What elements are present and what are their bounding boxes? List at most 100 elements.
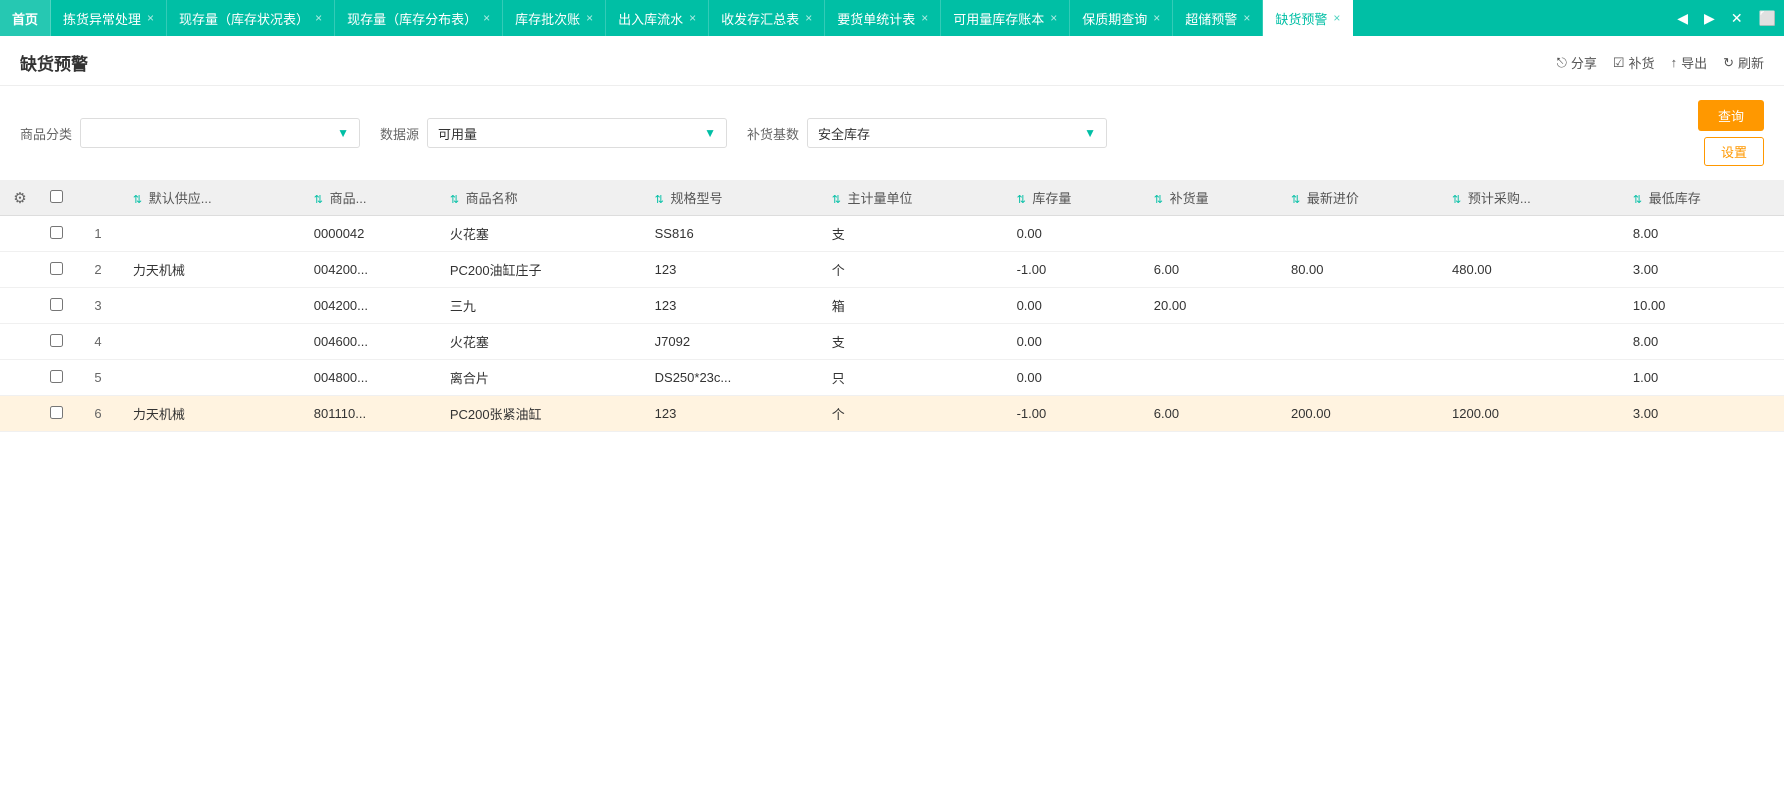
replenish-icon: ☑ bbox=[1613, 55, 1625, 71]
row-latest-price: 80.00 bbox=[1281, 252, 1442, 288]
tab-9[interactable]: 保质期查询 × bbox=[1070, 0, 1173, 36]
main-content: 缺货预警 ⎋ 分享 ☑ 补货 ↑ 导出 ↻ 刷新 商品分类 bbox=[0, 36, 1784, 796]
close-icon[interactable]: × bbox=[689, 11, 696, 25]
close-icon[interactable]: × bbox=[1243, 11, 1250, 25]
tab-3[interactable]: 现存量（库存分布表） × bbox=[335, 0, 503, 36]
row-stock: 0.00 bbox=[1007, 360, 1144, 396]
tab-8[interactable]: 可用量库存账本 × bbox=[941, 0, 1070, 36]
close-icon[interactable]: × bbox=[805, 11, 812, 25]
replenish-base-filter-group: 补货基数 安全库存 ▼ bbox=[747, 118, 1107, 148]
row-spec: 123 bbox=[645, 252, 822, 288]
select-all-checkbox[interactable] bbox=[50, 190, 63, 203]
tab-4[interactable]: 库存批次账 × bbox=[503, 0, 606, 36]
datasource-select[interactable]: 可用量 ▼ bbox=[427, 118, 727, 148]
tab-2[interactable]: 现存量（库存状况表） × bbox=[167, 0, 335, 36]
row-min-stock: 8.00 bbox=[1623, 216, 1784, 252]
product-code-column-header[interactable]: ⇅ 商品... bbox=[304, 180, 440, 216]
category-select[interactable]: ▼ bbox=[80, 118, 360, 148]
tab-7[interactable]: 要货单统计表 × bbox=[825, 0, 941, 36]
close-icon[interactable]: × bbox=[921, 11, 928, 25]
table-body: 1 0000042 火花塞 SS816 支 0.00 8.00 2 力天机械 0… bbox=[0, 216, 1784, 432]
row-stock: -1.00 bbox=[1007, 252, 1144, 288]
sort-icon: ⇅ bbox=[314, 194, 323, 206]
export-action[interactable]: ↑ 导出 bbox=[1671, 53, 1708, 72]
row-replenish bbox=[1144, 360, 1281, 396]
row-supplier bbox=[123, 360, 304, 396]
tab-1[interactable]: 拣货异常处理 × bbox=[51, 0, 167, 36]
close-icon[interactable]: × bbox=[483, 11, 490, 25]
row-checkbox-cell bbox=[40, 216, 73, 252]
row-unit: 个 bbox=[822, 396, 1007, 432]
row-spec: 123 bbox=[645, 396, 822, 432]
row-checkbox[interactable] bbox=[50, 298, 63, 311]
table-row: 4 004600... 火花塞 J7092 支 0.00 8.00 bbox=[0, 324, 1784, 360]
row-checkbox[interactable] bbox=[50, 334, 63, 347]
gear-icon[interactable]: ⚙ bbox=[13, 190, 26, 207]
table-row: 5 004800... 离合片 DS250*23c... 只 0.00 1.00 bbox=[0, 360, 1784, 396]
nav-expand-icon[interactable]: ⬜ bbox=[1751, 10, 1784, 27]
row-checkbox[interactable] bbox=[50, 406, 63, 419]
checkbox-column-header bbox=[40, 180, 73, 216]
close-icon[interactable]: × bbox=[1153, 11, 1160, 25]
nav-bar: 首页 拣货异常处理 × 现存量（库存状况表） × 现存量（库存分布表） × 库存… bbox=[0, 0, 1784, 36]
row-spec: SS816 bbox=[645, 216, 822, 252]
nav-next-arrow[interactable]: ▶ bbox=[1696, 10, 1723, 27]
supplier-column-header[interactable]: ⇅ 默认供应... bbox=[123, 180, 304, 216]
tab-6[interactable]: 收发存汇总表 × bbox=[709, 0, 825, 36]
tab-home[interactable]: 首页 bbox=[0, 0, 51, 36]
sort-icon: ⇅ bbox=[1633, 194, 1642, 206]
header-actions: ⎋ 分享 ☑ 补货 ↑ 导出 ↻ 刷新 bbox=[1557, 53, 1764, 72]
tab-5[interactable]: 出入库流水 × bbox=[606, 0, 709, 36]
refresh-action[interactable]: ↻ 刷新 bbox=[1723, 53, 1764, 72]
unit-column-header[interactable]: ⇅ 主计量单位 bbox=[822, 180, 1007, 216]
query-button[interactable]: 查询 bbox=[1698, 100, 1764, 131]
row-replenish: 6.00 bbox=[1144, 396, 1281, 432]
latest-price-column-header[interactable]: ⇅ 最新进价 bbox=[1281, 180, 1442, 216]
min-stock-column-header[interactable]: ⇅ 最低库存 bbox=[1623, 180, 1784, 216]
replenish-base-select[interactable]: 安全库存 ▼ bbox=[807, 118, 1107, 148]
est-purchase-column-header[interactable]: ⇅ 预计采购... bbox=[1442, 180, 1623, 216]
row-product-code: 004800... bbox=[304, 360, 440, 396]
stock-column-header[interactable]: ⇅ 库存量 bbox=[1007, 180, 1144, 216]
replenish-base-label: 补货基数 bbox=[747, 124, 799, 143]
close-icon[interactable]: × bbox=[1050, 11, 1057, 25]
row-num: 6 bbox=[73, 396, 123, 432]
share-icon: ⎋ bbox=[1557, 55, 1567, 71]
row-latest-price bbox=[1281, 360, 1442, 396]
row-checkbox-cell bbox=[40, 324, 73, 360]
row-replenish bbox=[1144, 216, 1281, 252]
replenish-column-header[interactable]: ⇅ 补货量 bbox=[1144, 180, 1281, 216]
row-product-name: PC200油缸庄子 bbox=[440, 252, 645, 288]
row-spec: J7092 bbox=[645, 324, 822, 360]
row-product-name: 火花塞 bbox=[440, 324, 645, 360]
close-icon[interactable]: × bbox=[1333, 11, 1340, 25]
datasource-value: 可用量 bbox=[438, 124, 477, 143]
gear-column-header: ⚙ bbox=[0, 180, 40, 216]
row-gear-cell bbox=[0, 216, 40, 252]
product-name-column-header[interactable]: ⇅ 商品名称 bbox=[440, 180, 645, 216]
row-unit: 支 bbox=[822, 324, 1007, 360]
close-icon[interactable]: × bbox=[147, 11, 154, 25]
spec-column-header[interactable]: ⇅ 规格型号 bbox=[645, 180, 822, 216]
row-checkbox[interactable] bbox=[50, 226, 63, 239]
row-checkbox[interactable] bbox=[50, 370, 63, 383]
nav-prev-arrow[interactable]: ◀ bbox=[1669, 10, 1696, 27]
row-est-purchase: 1200.00 bbox=[1442, 396, 1623, 432]
refresh-icon: ↻ bbox=[1723, 55, 1734, 71]
datasource-label: 数据源 bbox=[380, 124, 419, 143]
row-est-purchase bbox=[1442, 216, 1623, 252]
row-num: 4 bbox=[73, 324, 123, 360]
chevron-down-icon: ▼ bbox=[337, 126, 349, 140]
settings-button[interactable]: 设置 bbox=[1704, 137, 1764, 166]
page-title: 缺货预警 bbox=[20, 50, 88, 75]
replenish-action[interactable]: ☑ 补货 bbox=[1613, 53, 1655, 72]
tab-10[interactable]: 超储预警 × bbox=[1173, 0, 1263, 36]
row-checkbox[interactable] bbox=[50, 262, 63, 275]
row-gear-cell bbox=[0, 396, 40, 432]
nav-close-icon[interactable]: ✕ bbox=[1723, 10, 1751, 27]
close-icon[interactable]: × bbox=[315, 11, 322, 25]
close-icon[interactable]: × bbox=[586, 11, 593, 25]
tab-11-active[interactable]: 缺货预警 × bbox=[1263, 0, 1353, 36]
share-action[interactable]: ⎋ 分享 bbox=[1557, 53, 1597, 72]
row-num: 2 bbox=[73, 252, 123, 288]
